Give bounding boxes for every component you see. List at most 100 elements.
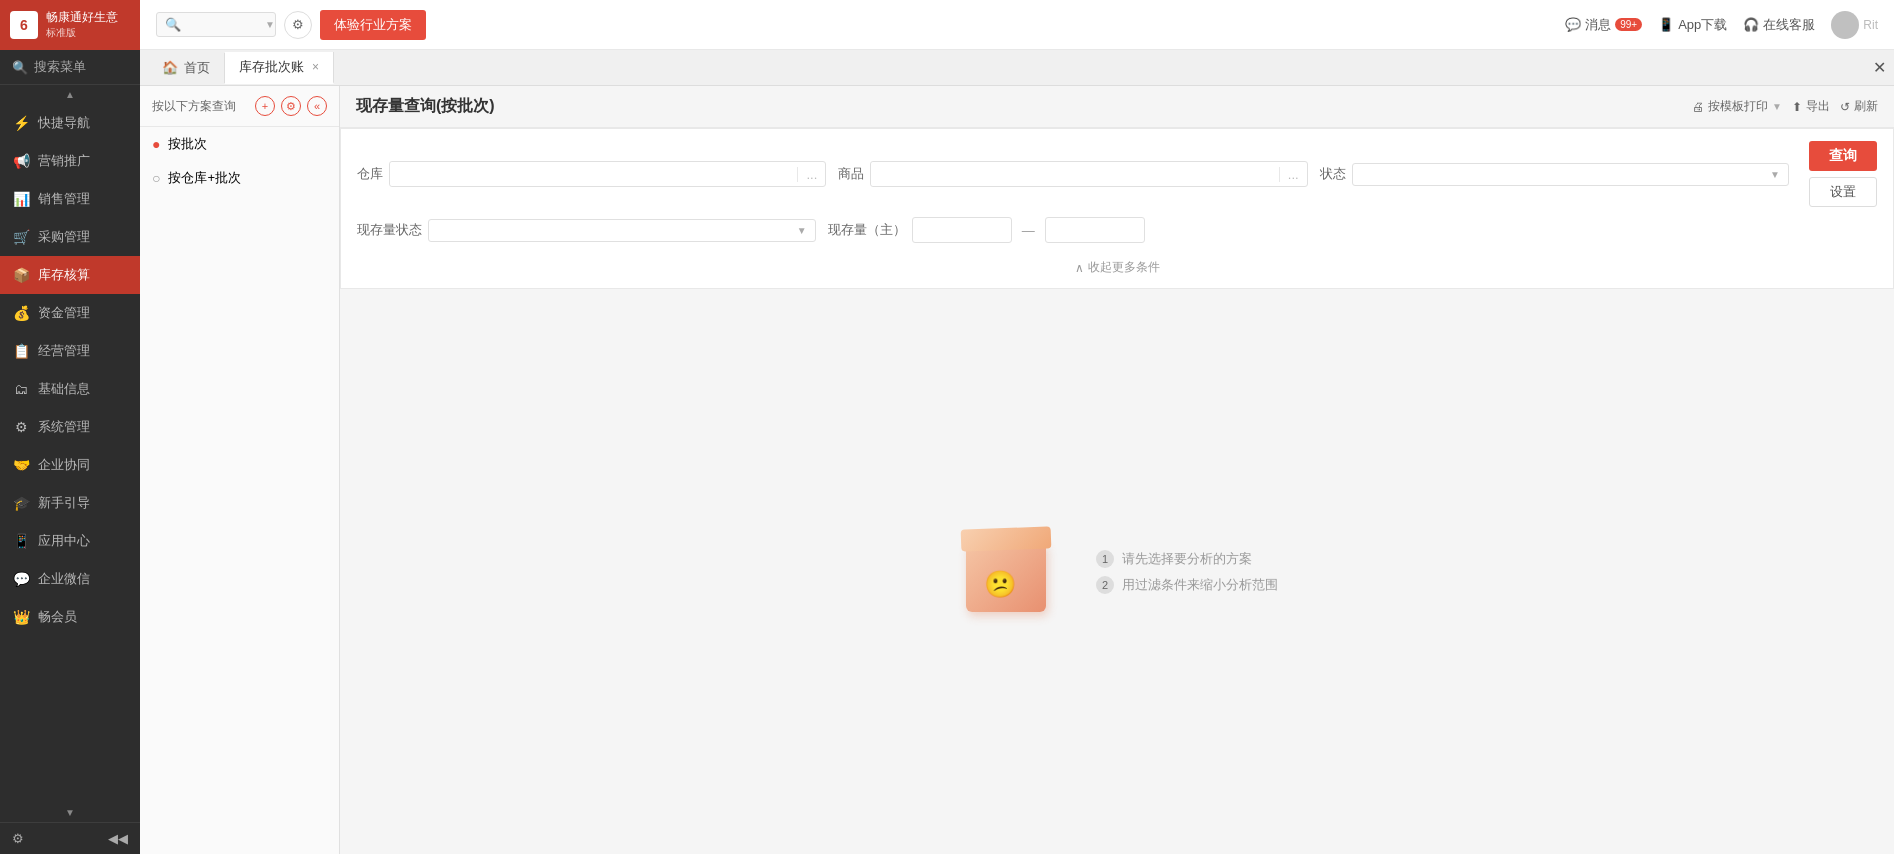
phone-icon: 📱 (1658, 17, 1674, 32)
tab-inventory-batch-close[interactable]: × (312, 60, 319, 74)
app-download-item[interactable]: 📱 App下载 (1658, 16, 1727, 34)
sidebar-item-marketing[interactable]: 📢 营销推广 (0, 142, 140, 180)
refresh-icon: ↺ (1840, 100, 1850, 114)
collapse-sidebar-icon[interactable]: ◀◀ (108, 831, 128, 846)
tab-inventory-batch-label: 库存批次账 (239, 58, 304, 76)
add-scheme-btn[interactable]: + (255, 96, 275, 116)
box-lid (961, 526, 1052, 551)
enterprise-label: 企业协同 (38, 456, 90, 474)
topbar-search-icon: 🔍 (165, 17, 181, 32)
message-item[interactable]: 💬 消息 99+ (1565, 16, 1642, 34)
scheme-by-batch[interactable]: ● 按批次 (140, 127, 339, 161)
collapse-chevron-icon: ∧ (1075, 261, 1084, 275)
user-avatar-item[interactable]: Rit (1831, 11, 1878, 39)
sidebar-item-basic[interactable]: 🗂 基础信息 (0, 370, 140, 408)
tab-close-panel-btn[interactable]: ✕ (1873, 58, 1886, 77)
product-dots[interactable]: ... (1279, 167, 1307, 182)
refresh-label: 刷新 (1854, 98, 1878, 115)
sidebar-item-system[interactable]: ⚙ 系统管理 (0, 408, 140, 446)
collapse-filter-btn[interactable]: ∧ 收起更多条件 (357, 253, 1877, 282)
tab-inventory-batch[interactable]: 库存批次账 × (225, 52, 334, 84)
print-icon: 🖨 (1692, 100, 1704, 114)
member-label: 畅会员 (38, 608, 77, 626)
topbar-gear-btn[interactable]: ⚙ (284, 11, 312, 39)
warehouse-input[interactable] (390, 162, 797, 186)
wechat-label: 企业微信 (38, 570, 90, 588)
hint-1-num: 1 (1096, 550, 1114, 568)
sidebar-search[interactable]: 🔍 搜索菜单 (0, 50, 140, 85)
hint-2-text: 用过滤条件来缩小分析范围 (1122, 576, 1278, 594)
scheme-by-warehouse-batch[interactable]: ○ 按仓库+批次 (140, 161, 339, 195)
scroll-down-btn[interactable]: ▼ (57, 805, 83, 820)
print-label: 按模板打印 (1708, 98, 1768, 115)
sidebar-item-finance[interactable]: 💰 资金管理 (0, 294, 140, 332)
refresh-btn[interactable]: ↺ 刷新 (1840, 98, 1878, 115)
headset-icon: 🎧 (1743, 17, 1759, 32)
sidebar-item-wechat[interactable]: 💬 企业微信 (0, 560, 140, 598)
tab-home-label: 首页 (184, 59, 210, 77)
sidebar-item-appstore[interactable]: 📱 应用中心 (0, 522, 140, 560)
tabbar: 🏠 首页 库存批次账 × ✕ (140, 50, 1894, 86)
topbar-search-chevron[interactable]: ▼ (265, 19, 275, 30)
warehouse-label: 仓库 (357, 165, 383, 183)
export-btn[interactable]: ⬆ 导出 (1792, 98, 1830, 115)
inventory-qty-dash: — (1018, 223, 1039, 238)
online-service-item[interactable]: 🎧 在线客服 (1743, 16, 1815, 34)
trial-button[interactable]: 体验行业方案 (320, 10, 426, 40)
box-face: 😕 (984, 569, 1016, 600)
tab-home[interactable]: 🏠 首页 (148, 53, 225, 83)
empty-hint-1: 1 请先选择要分析的方案 (1096, 550, 1278, 568)
app-download-label: App下载 (1678, 16, 1727, 34)
filter-area: 仓库 ... 商品 ... (340, 128, 1894, 289)
sidebar-item-enterprise[interactable]: 🤝 企业协同 (0, 446, 140, 484)
topbar-search-input[interactable] (185, 18, 265, 32)
inventory-status-filter: 现存量状态 ▼ (357, 219, 816, 242)
sidebar-item-newbie[interactable]: 🎓 新手引导 (0, 484, 140, 522)
purchase-icon: 🛒 (12, 229, 30, 245)
scroll-up-btn[interactable]: ▲ (57, 87, 83, 102)
warehouse-batch-scheme-label: 按仓库+批次 (168, 169, 241, 187)
basic-label: 基础信息 (38, 380, 90, 398)
sidebar-menu: ⚡ 快捷导航 📢 营销推广 📊 销售管理 🛒 采购管理 📦 库存核算 💰 资金管… (0, 104, 140, 803)
settings-scheme-btn[interactable]: ⚙ (281, 96, 301, 116)
batch-scheme-label: 按批次 (168, 135, 207, 153)
status-select[interactable]: ▼ (1352, 163, 1789, 186)
shortcuts-label: 快捷导航 (38, 114, 90, 132)
sidebar-item-inventory[interactable]: 📦 库存核算 (0, 256, 140, 294)
settings-button[interactable]: 设置 (1809, 177, 1877, 207)
product-input[interactable] (871, 162, 1278, 186)
sidebar-item-management[interactable]: 📋 经营管理 (0, 332, 140, 370)
username-label: Rit (1863, 18, 1878, 32)
message-label: 消息 (1585, 16, 1611, 34)
settings-gear-icon[interactable]: ⚙ (12, 831, 24, 846)
print-btn[interactable]: 🖨 按模板打印 ▼ (1692, 98, 1782, 115)
online-service-label: 在线客服 (1763, 16, 1815, 34)
product-input-group[interactable]: ... (870, 161, 1307, 187)
product-filter: 商品 ... (838, 161, 1307, 187)
gear-icon: ⚙ (292, 17, 304, 32)
print-chevron: ▼ (1772, 101, 1782, 112)
hint-1-text: 请先选择要分析的方案 (1122, 550, 1252, 568)
settings-icon: ⚙ (286, 100, 296, 113)
warehouse-filter: 仓库 ... (357, 161, 826, 187)
sidebar-scroll-down[interactable]: ▼ (0, 803, 140, 822)
collapse-panel-btn[interactable]: « (307, 96, 327, 116)
warehouse-dots[interactable]: ... (797, 167, 825, 182)
status-filter: 状态 ▼ (1320, 163, 1789, 186)
sidebar-item-purchase[interactable]: 🛒 采购管理 (0, 218, 140, 256)
purchase-label: 采购管理 (38, 228, 90, 246)
inventory-status-select[interactable]: ▼ (428, 219, 816, 242)
inventory-qty-from[interactable] (912, 217, 1012, 243)
sidebar-item-sales[interactable]: 📊 销售管理 (0, 180, 140, 218)
warehouse-input-group[interactable]: ... (389, 161, 826, 187)
topbar-search-box[interactable]: 🔍 ▼ (156, 12, 276, 37)
message-icon: 💬 (1565, 17, 1581, 32)
sidebar-item-member[interactable]: 👑 畅会员 (0, 598, 140, 636)
inventory-qty-to[interactable] (1045, 217, 1145, 243)
inventory-icon: 📦 (12, 267, 30, 283)
sidebar-item-shortcuts[interactable]: ⚡ 快捷导航 (0, 104, 140, 142)
system-label: 系统管理 (38, 418, 90, 436)
sidebar-scroll-up[interactable]: ▲ (0, 85, 140, 104)
finance-label: 资金管理 (38, 304, 90, 322)
query-button[interactable]: 查询 (1809, 141, 1877, 171)
